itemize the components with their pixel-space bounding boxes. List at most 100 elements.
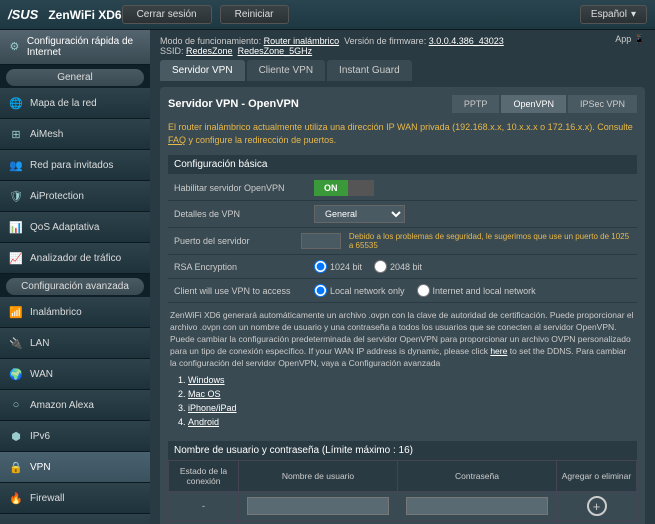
nav-alexa[interactable]: ○ Amazon Alexa [0,390,150,421]
nav-aiprotection[interactable]: 🛡AiProtection [0,181,150,212]
os-ios[interactable]: iPhone/iPad [188,401,635,415]
nav-traffic-analyzer[interactable]: 📈Analizador de tráfico [0,243,150,274]
th-action: Agregar o eliminar [557,461,637,492]
nav-network-map[interactable]: 🌐Mapa de la red [0,88,150,119]
access-local-radio[interactable] [314,284,327,297]
vpn-panel: Servidor VPN - OpenVPN PPTP OpenVPN IPSe… [160,87,645,524]
access-label: Client will use VPN to access [174,286,314,296]
subtab-openvpn[interactable]: OpenVPN [501,95,566,113]
nav-label: Firewall [30,493,64,504]
rsa-label: RSA Encryption [174,262,314,272]
nav-aimesh[interactable]: ⊞AiMesh [0,119,150,150]
tab-instant-guard[interactable]: Instant Guard [327,60,412,81]
quick-setup-button[interactable]: ⚙ Configuración rápida de Internet [0,30,150,65]
cell-user: admin [239,521,398,524]
cell-status: Desconectado [169,521,239,524]
language-select[interactable]: Español ▾ [580,5,647,24]
password-input[interactable] [406,497,549,515]
enable-toggle[interactable]: ON [314,180,374,196]
row-enable-openvpn: Habilitar servidor OpenVPN ON [168,176,637,201]
rsa-1024-radio[interactable] [314,260,327,273]
toggle-on: ON [314,180,348,196]
nav-vpn[interactable]: 🔒 VPN [0,452,150,483]
alexa-icon: ○ [8,397,24,413]
tab-vpn-server[interactable]: Servidor VPN [160,60,245,81]
lan-icon: 🔌 [8,335,24,351]
app-link[interactable]: App 📱 [615,34,645,45]
th-connection: Estado de la conexión [169,461,239,492]
fw-label: Versión de firmware: [344,36,426,46]
ssid2-link[interactable]: RedesZone_5GHz [238,46,313,56]
ssid1-link[interactable]: RedesZone [186,46,233,56]
nav-label: Mapa de la red [30,98,97,109]
nav-label: QoS Adaptativa [30,222,100,233]
basic-config-header: Configuración básica [168,155,637,174]
username-input[interactable] [247,497,390,515]
ssid-label: SSID: [160,46,184,56]
gauge-icon: 📊 [8,219,24,235]
tab-vpn-client[interactable]: Cliente VPN [247,60,325,81]
row-server-port: Puerto del servidor Debido a los problem… [168,228,637,255]
nav-guest-network[interactable]: 👥Red para invitados [0,150,150,181]
nav-label: AiMesh [30,129,63,140]
model-name: ZenWiFi XD6 [48,8,121,22]
enable-label: Habilitar servidor OpenVPN [174,183,314,193]
os-android[interactable]: Android [188,415,635,429]
port-input[interactable] [301,233,341,249]
wan-warning: El router inalámbrico actualmente utiliz… [168,121,637,147]
access-both-label: Internet and local network [433,286,536,296]
nav-lan[interactable]: 🔌LAN [0,328,150,359]
panel-title: Servidor VPN - OpenVPN [168,98,299,110]
cell-action: - [557,521,637,524]
access-both-radio[interactable] [417,284,430,297]
nav-label: Amazon Alexa [30,400,94,411]
nav-label: IPv6 [30,431,50,442]
th-password: Contraseña [398,461,557,492]
rsa-1024-label: 1024 bit [330,262,362,272]
top-bar: /SUS ZenWiFi XD6 Cerrar sesión Reiniciar… [0,0,655,30]
th-username: Nombre de usuario [239,461,398,492]
details-label: Detalles de VPN [174,209,314,219]
reboot-button[interactable]: Reiniciar [220,5,289,24]
os-windows[interactable]: Windows [188,373,635,387]
nav-wireless[interactable]: 📶Inalámbrico [0,297,150,328]
nav-qos[interactable]: 📊 QoS Adaptativa [0,212,150,243]
os-macos[interactable]: Mac OS [188,387,635,401]
users-icon: 👥 [8,157,24,173]
cell-pass [398,521,557,524]
wifi-icon: 📶 [8,304,24,320]
row-access: Client will use VPN to access Local netw… [168,279,637,303]
port-note: Debido a los problemas de seguridad, le … [349,232,631,250]
details-select[interactable]: General [314,205,405,223]
userpass-table: Estado de la conexión Nombre de usuario … [168,460,637,524]
table-row: Desconectado admin - [169,521,637,524]
nav-admin[interactable]: ⚙Administración [0,514,150,524]
fw-link[interactable]: 3.0.0.4.386_43023 [429,36,504,46]
advanced-header: Configuración avanzada [6,278,144,295]
ipv6-icon: ⬢ [8,428,24,444]
toggle-off [348,180,374,196]
nav-wan[interactable]: 🌍WAN [0,359,150,390]
brand-logo: /SUS [8,7,38,22]
subtab-pptp[interactable]: PPTP [452,95,500,113]
faq-link[interactable]: FAQ [168,135,186,145]
nav-firewall[interactable]: 🔥Firewall [0,483,150,514]
row-rsa: RSA Encryption 1024 bit 2048 bit [168,255,637,279]
table-input-row: - + [169,492,637,521]
logout-button[interactable]: Cerrar sesión [122,5,212,24]
access-local-label: Local network only [330,286,405,296]
vpn-icon: 🔒 [8,459,24,475]
add-user-button[interactable]: + [587,496,607,516]
quick-setup-label: Configuración rápida de Internet [27,36,142,58]
port-label: Puerto del servidor [174,236,301,246]
nav-label: VPN [30,462,51,473]
subtab-ipsec[interactable]: IPSec VPN [568,95,637,113]
sidebar: ⚙ Configuración rápida de Internet Gener… [0,30,150,524]
main-content: App 📱 Modo de funcionamiento: Router ina… [150,30,655,524]
cell-dash: - [169,492,239,521]
rsa-2048-radio[interactable] [374,260,387,273]
mode-link[interactable]: Router inalámbrico [264,36,340,46]
ddns-here-link[interactable]: here [490,346,507,356]
nav-ipv6[interactable]: ⬢ IPv6 [0,421,150,452]
nav-label: WAN [30,369,53,380]
